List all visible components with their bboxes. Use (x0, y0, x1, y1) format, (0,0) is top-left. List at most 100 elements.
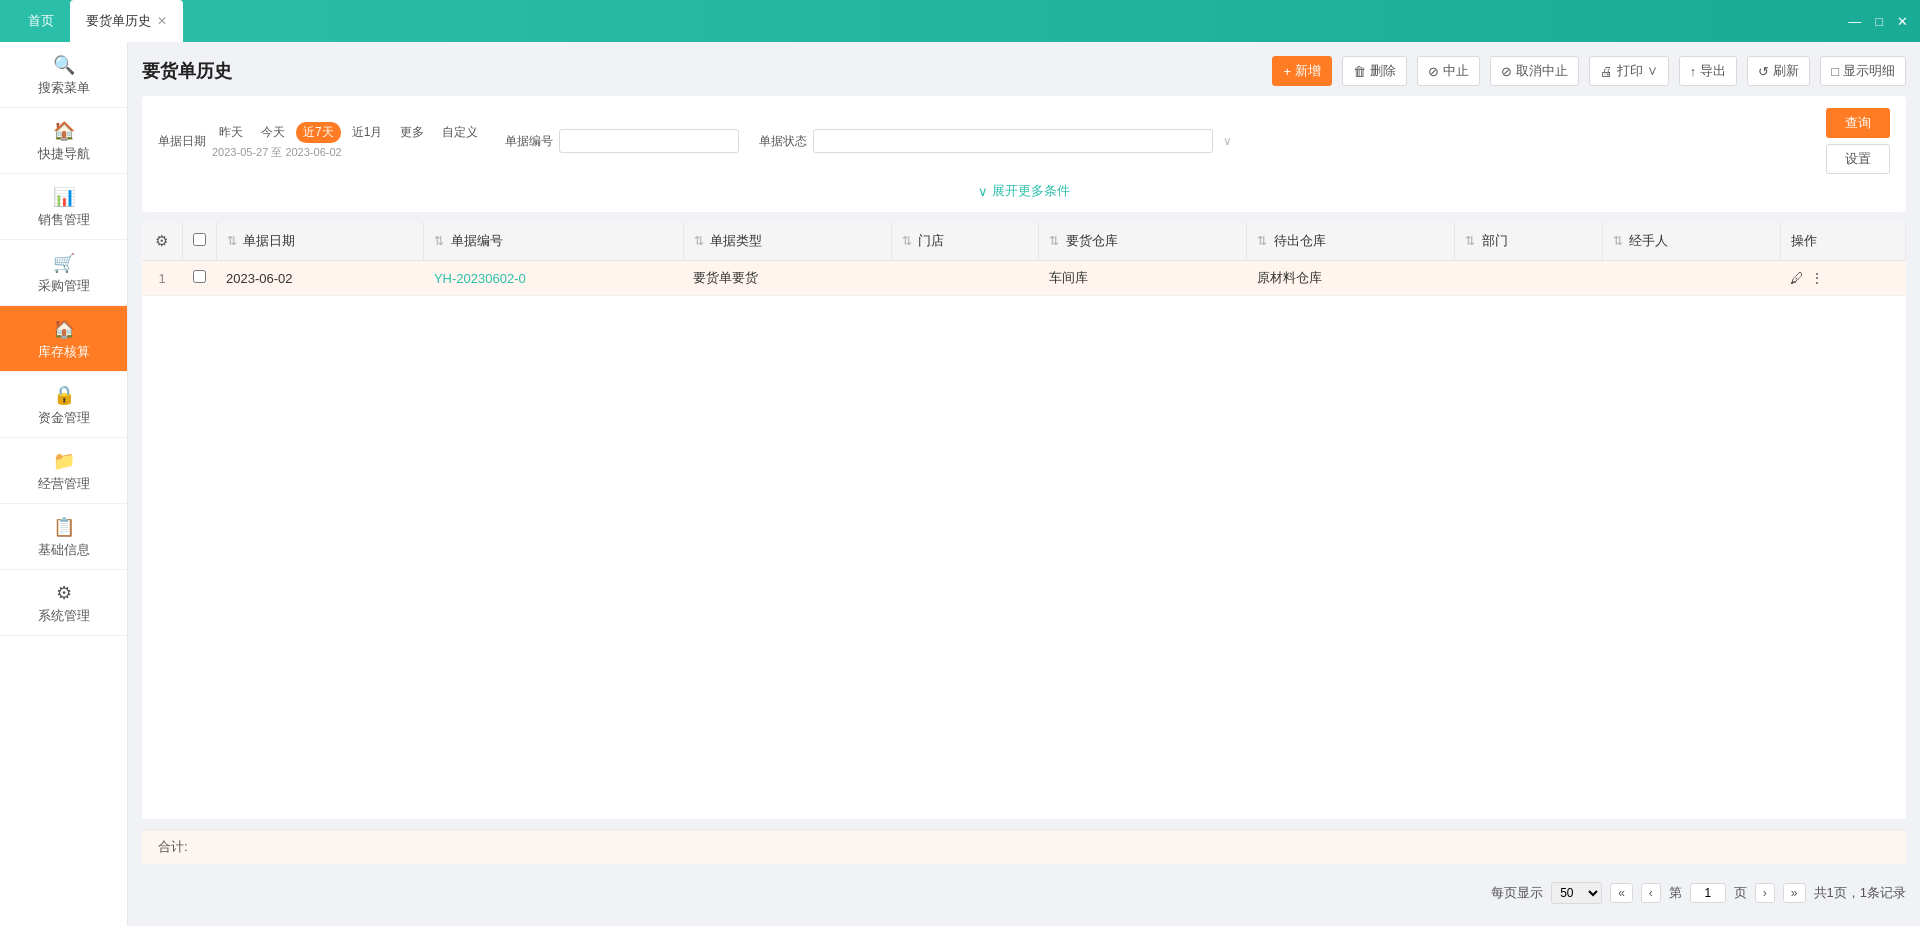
cancel-stop-button[interactable]: ⊘ 取消中止 (1490, 56, 1579, 86)
sort-icon-doc-type: ⇅ (694, 234, 704, 248)
select-all-checkbox[interactable] (193, 233, 206, 246)
page-input[interactable] (1690, 883, 1726, 903)
sort-icon-store: ⇅ (902, 234, 912, 248)
sidebar-item-finance-mgmt[interactable]: 🔒 资金管理 (0, 372, 127, 438)
row-checkbox-cell (182, 261, 216, 296)
toolbar: + 新增 🗑 删除 ⊘ 中止 ⊘ 取消中止 🖨 打印 ∨ (1272, 56, 1906, 86)
export-button[interactable]: ↑ 导出 (1679, 56, 1738, 86)
delete-icon: 🗑 (1353, 64, 1366, 79)
last-page-button[interactable]: » (1783, 883, 1806, 903)
date-opt-today[interactable]: 今天 (254, 122, 292, 143)
status-filter-label: 单据状态 (759, 133, 807, 150)
docnum-input[interactable] (559, 129, 739, 153)
refresh-button[interactable]: ↺ 刷新 (1747, 56, 1810, 86)
sidebar-item-label: 资金管理 (38, 409, 90, 427)
col-store: ⇅ 门店 (891, 222, 1039, 261)
filter-row: 单据日期 昨天 今天 近7天 近1月 更多 自定义 2023-05-27 至 2… (158, 108, 1890, 174)
filter-date-block: 昨天 今天 近7天 近1月 更多 自定义 2023-05-27 至 2023-0… (212, 122, 485, 160)
status-dropdown-icon[interactable]: ∨ (1223, 134, 1232, 148)
sort-icon-doc-date: ⇅ (227, 234, 237, 248)
sidebar-item-label: 经营管理 (38, 475, 90, 493)
sort-icon-doc-number: ⇅ (434, 234, 444, 248)
delete-label: 删除 (1370, 62, 1396, 80)
sidebar-item-purchase-mgmt[interactable]: 🛒 采购管理 (0, 240, 127, 306)
sidebar-item-sales-mgmt[interactable]: 📊 销售管理 (0, 174, 127, 240)
sidebar-item-inventory[interactable]: 🏠 库存核算 (0, 306, 127, 372)
col-checkbox (182, 222, 216, 261)
filter-panel: 单据日期 昨天 今天 近7天 近1月 更多 自定义 2023-05-27 至 2… (142, 96, 1906, 212)
cell-doc-number: YH-20230602-0 (424, 261, 683, 296)
tab-requisition-history[interactable]: 要货单历史 ✕ (70, 0, 183, 42)
sidebar-item-basic-info[interactable]: 📋 基础信息 (0, 504, 127, 570)
close-icon[interactable]: ✕ (1897, 14, 1908, 29)
docnum-filter-label: 单据编号 (505, 133, 553, 150)
per-page-select[interactable]: 50 20 100 (1551, 882, 1602, 904)
col-doc-date: ⇅ 单据日期 (216, 222, 424, 261)
sidebar-item-sys-mgmt[interactable]: ⚙ 系统管理 (0, 570, 127, 636)
stop-label: 中止 (1443, 62, 1469, 80)
new-button[interactable]: + 新增 (1272, 56, 1332, 86)
filter-setting-button[interactable]: 设置 (1826, 144, 1890, 174)
date-opt-custom[interactable]: 自定义 (435, 122, 485, 143)
show-detail-icon: □ (1831, 64, 1839, 79)
sidebar-item-label: 库存核算 (38, 343, 90, 361)
filter-actions: 查询 设置 (1826, 108, 1890, 174)
col-handler: ⇅ 经手人 (1602, 222, 1780, 261)
cell-actions: 🖊 ⋮ (1780, 261, 1905, 296)
cell-department (1455, 261, 1603, 296)
sidebar-item-label: 快捷导航 (38, 145, 90, 163)
basic-info-icon: 📋 (53, 518, 75, 536)
stop-icon: ⊘ (1428, 64, 1439, 79)
sort-icon-handler: ⇅ (1613, 234, 1623, 248)
row-checkbox[interactable] (193, 270, 206, 283)
date-opt-last7days[interactable]: 近7天 (296, 122, 341, 143)
col-pending-warehouse: ⇅ 待出仓库 (1247, 222, 1455, 261)
sidebar-item-ops-mgmt[interactable]: 📁 经营管理 (0, 438, 127, 504)
sidebar-item-quick-nav[interactable]: 🏠 快捷导航 (0, 108, 127, 174)
date-opt-more[interactable]: 更多 (393, 122, 431, 143)
row-num: 1 (142, 261, 182, 296)
first-page-button[interactable]: « (1610, 883, 1633, 903)
cell-doc-type: 要货单要货 (683, 261, 891, 296)
table-settings-icon[interactable]: ⚙ (155, 232, 168, 249)
date-opt-yesterday[interactable]: 昨天 (212, 122, 250, 143)
show-detail-button[interactable]: □ 显示明细 (1820, 56, 1906, 86)
date-opt-last1month[interactable]: 近1月 (345, 122, 390, 143)
sidebar-item-label: 采购管理 (38, 277, 90, 295)
sidebar-item-search-menu[interactable]: 🔍 搜索菜单 (0, 42, 127, 108)
sidebar: 🔍 搜索菜单 🏠 快捷导航 📊 销售管理 🛒 采购管理 🏠 库存核算 🔒 资金管… (0, 42, 128, 926)
cell-doc-date: 2023-06-02 (216, 261, 424, 296)
row-more-icon[interactable]: ⋮ (1810, 270, 1824, 286)
row-actions: 🖊 ⋮ (1790, 270, 1895, 286)
pagination-bar: 每页显示 50 20 100 « ‹ 第 页 › » 共1页，1条记录 (142, 874, 1906, 912)
print-button[interactable]: 🖨 打印 ∨ (1589, 56, 1669, 86)
stop-button[interactable]: ⊘ 中止 (1417, 56, 1480, 86)
col-department: ⇅ 部门 (1455, 222, 1603, 261)
status-input[interactable] (813, 129, 1213, 153)
data-table: ⚙ ⇅ 单据日期 ⇅ 单据编号 (142, 222, 1906, 296)
cell-store (891, 261, 1039, 296)
date-filter-label: 单据日期 (158, 133, 206, 150)
expand-more-label: 展开更多条件 (992, 182, 1070, 200)
page-title: 要货单历史 (142, 59, 232, 83)
new-label: 新增 (1295, 62, 1321, 80)
tab-home[interactable]: 首页 (12, 0, 70, 42)
filter-status-item: 单据状态 ∨ (759, 129, 1806, 153)
sidebar-item-label: 系统管理 (38, 607, 90, 625)
table-container: ⚙ ⇅ 单据日期 ⇅ 单据编号 (142, 222, 1906, 819)
main-layout: 🔍 搜索菜单 🏠 快捷导航 📊 销售管理 🛒 采购管理 🏠 库存核算 🔒 资金管… (0, 42, 1920, 926)
cancel-stop-label: 取消中止 (1516, 62, 1568, 80)
sidebar-item-label: 销售管理 (38, 211, 90, 229)
export-label: 导出 (1700, 62, 1726, 80)
maximize-icon[interactable]: □ (1875, 14, 1883, 29)
delete-button[interactable]: 🗑 删除 (1342, 56, 1407, 86)
doc-number-link[interactable]: YH-20230602-0 (434, 271, 526, 286)
table-row: 1 2023-06-02 YH-20230602-0 要货单要货 车间库 原材料… (142, 261, 1906, 296)
minimize-icon[interactable]: — (1848, 14, 1861, 29)
expand-more-row[interactable]: ∨ 展开更多条件 (158, 182, 1890, 200)
tab-close-icon[interactable]: ✕ (157, 14, 167, 28)
query-button[interactable]: 查询 (1826, 108, 1890, 138)
next-page-button[interactable]: › (1755, 883, 1775, 903)
row-edit-icon[interactable]: 🖊 (1790, 270, 1804, 286)
prev-page-button[interactable]: ‹ (1641, 883, 1661, 903)
